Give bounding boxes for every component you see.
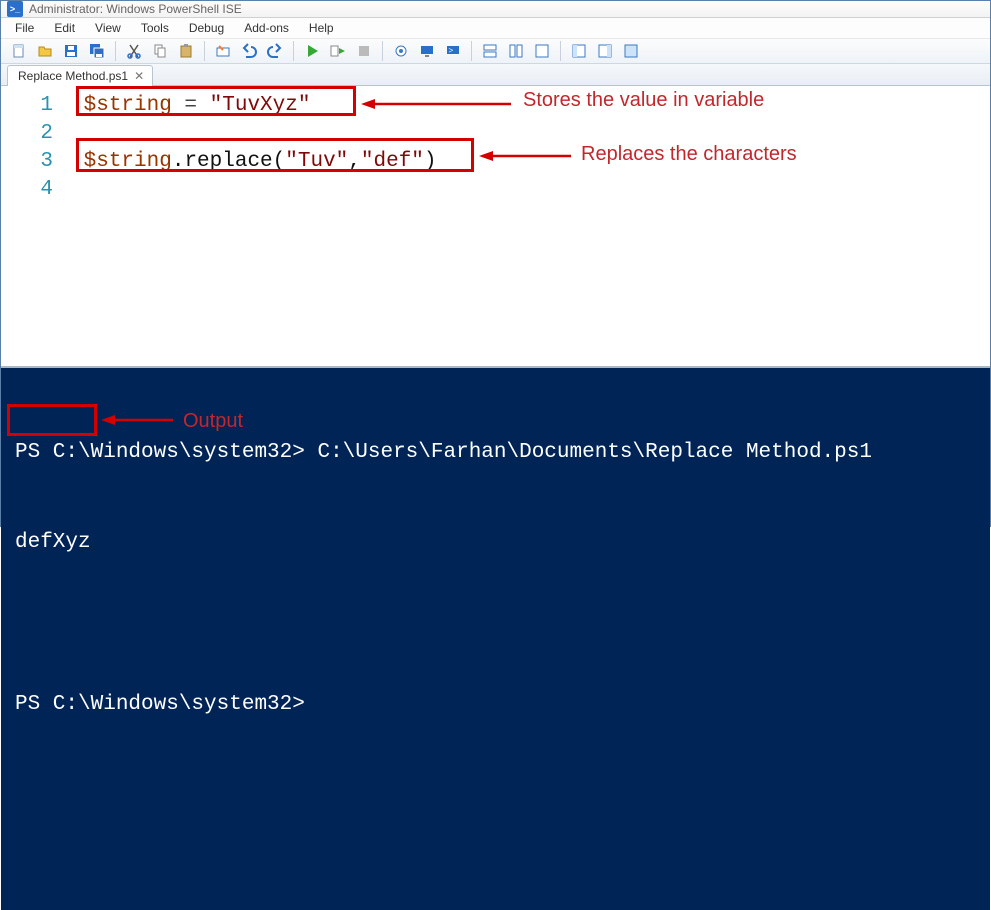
line-gutter: 1 2 3 4	[1, 86, 71, 366]
window-title: Administrator: Windows PowerShell ISE	[29, 2, 242, 16]
undo-icon[interactable]	[237, 39, 261, 63]
script-editor[interactable]: 1 2 3 4 $string = "TuvXyz" $string.repla…	[1, 86, 990, 366]
save-icon[interactable]	[59, 39, 83, 63]
toolbar-separator	[115, 41, 116, 61]
annotation-label-line3: Replaces the characters	[581, 140, 797, 168]
run-icon[interactable]	[300, 39, 324, 63]
show-script-top-icon[interactable]	[504, 39, 528, 63]
open-file-icon[interactable]	[33, 39, 57, 63]
code-line: $string.replace("Tuv","def")	[71, 148, 990, 176]
console-line: PS C:\Windows\system32> C:\Users\Farhan\…	[15, 438, 976, 468]
new-file-icon[interactable]	[7, 39, 31, 63]
line-number: 1	[1, 92, 53, 120]
menu-bar: File Edit View Tools Debug Add-ons Help	[1, 18, 990, 39]
stop-icon[interactable]	[352, 39, 376, 63]
menu-debug[interactable]: Debug	[179, 18, 234, 38]
console-output: defXyz	[15, 528, 976, 558]
toolbar: >_	[1, 39, 990, 64]
toolbar-separator	[471, 41, 472, 61]
run-selection-icon[interactable]	[326, 39, 350, 63]
show-command-icon[interactable]	[567, 39, 591, 63]
script-tab[interactable]: Replace Method.ps1 ✕	[7, 65, 153, 86]
command-addon-icon[interactable]	[593, 39, 617, 63]
annotation-box-output	[7, 404, 97, 436]
menu-edit[interactable]: Edit	[44, 18, 85, 38]
clear-icon[interactable]	[211, 39, 235, 63]
code-line	[71, 176, 990, 204]
code-area[interactable]: $string = "TuvXyz" $string.replace("Tuv"…	[71, 86, 990, 366]
menu-view[interactable]: View	[85, 18, 131, 38]
tab-strip: Replace Method.ps1 ✕	[1, 64, 990, 86]
console-pane[interactable]: PS C:\Windows\system32> C:\Users\Farhan\…	[1, 368, 990, 910]
menu-addons[interactable]: Add-ons	[234, 18, 299, 38]
title-bar: >_ Administrator: Windows PowerShell ISE	[1, 1, 990, 18]
menu-file[interactable]: File	[5, 18, 44, 38]
toolbar-separator	[293, 41, 294, 61]
tab-label: Replace Method.ps1	[18, 69, 128, 83]
cut-icon[interactable]	[122, 39, 146, 63]
code-line	[71, 120, 990, 148]
paste-icon[interactable]	[174, 39, 198, 63]
show-script-icon[interactable]	[478, 39, 502, 63]
copy-icon[interactable]	[148, 39, 172, 63]
annotation-label-output: Output	[183, 406, 243, 436]
close-icon[interactable]: ✕	[134, 70, 144, 82]
redo-icon[interactable]	[263, 39, 287, 63]
breakpoint-icon[interactable]	[389, 39, 413, 63]
line-number: 2	[1, 120, 53, 148]
toolbar-separator	[204, 41, 205, 61]
svg-text:>_: >_	[448, 46, 458, 55]
line-number: 3	[1, 148, 53, 176]
toolbar-separator	[382, 41, 383, 61]
menu-tools[interactable]: Tools	[131, 18, 179, 38]
show-script-max-icon[interactable]	[530, 39, 554, 63]
annotation-label-line1: Stores the value in variable	[523, 86, 764, 114]
console-line: PS C:\Windows\system32>	[15, 690, 976, 720]
remote-icon[interactable]	[415, 39, 439, 63]
line-number: 4	[1, 176, 53, 204]
options-icon[interactable]	[619, 39, 643, 63]
new-remote-tab-icon[interactable]: >_	[441, 39, 465, 63]
app-icon: >_	[7, 1, 23, 17]
arrow-output	[101, 414, 181, 426]
save-all-icon[interactable]	[85, 39, 109, 63]
menu-help[interactable]: Help	[299, 18, 344, 38]
toolbar-separator	[560, 41, 561, 61]
